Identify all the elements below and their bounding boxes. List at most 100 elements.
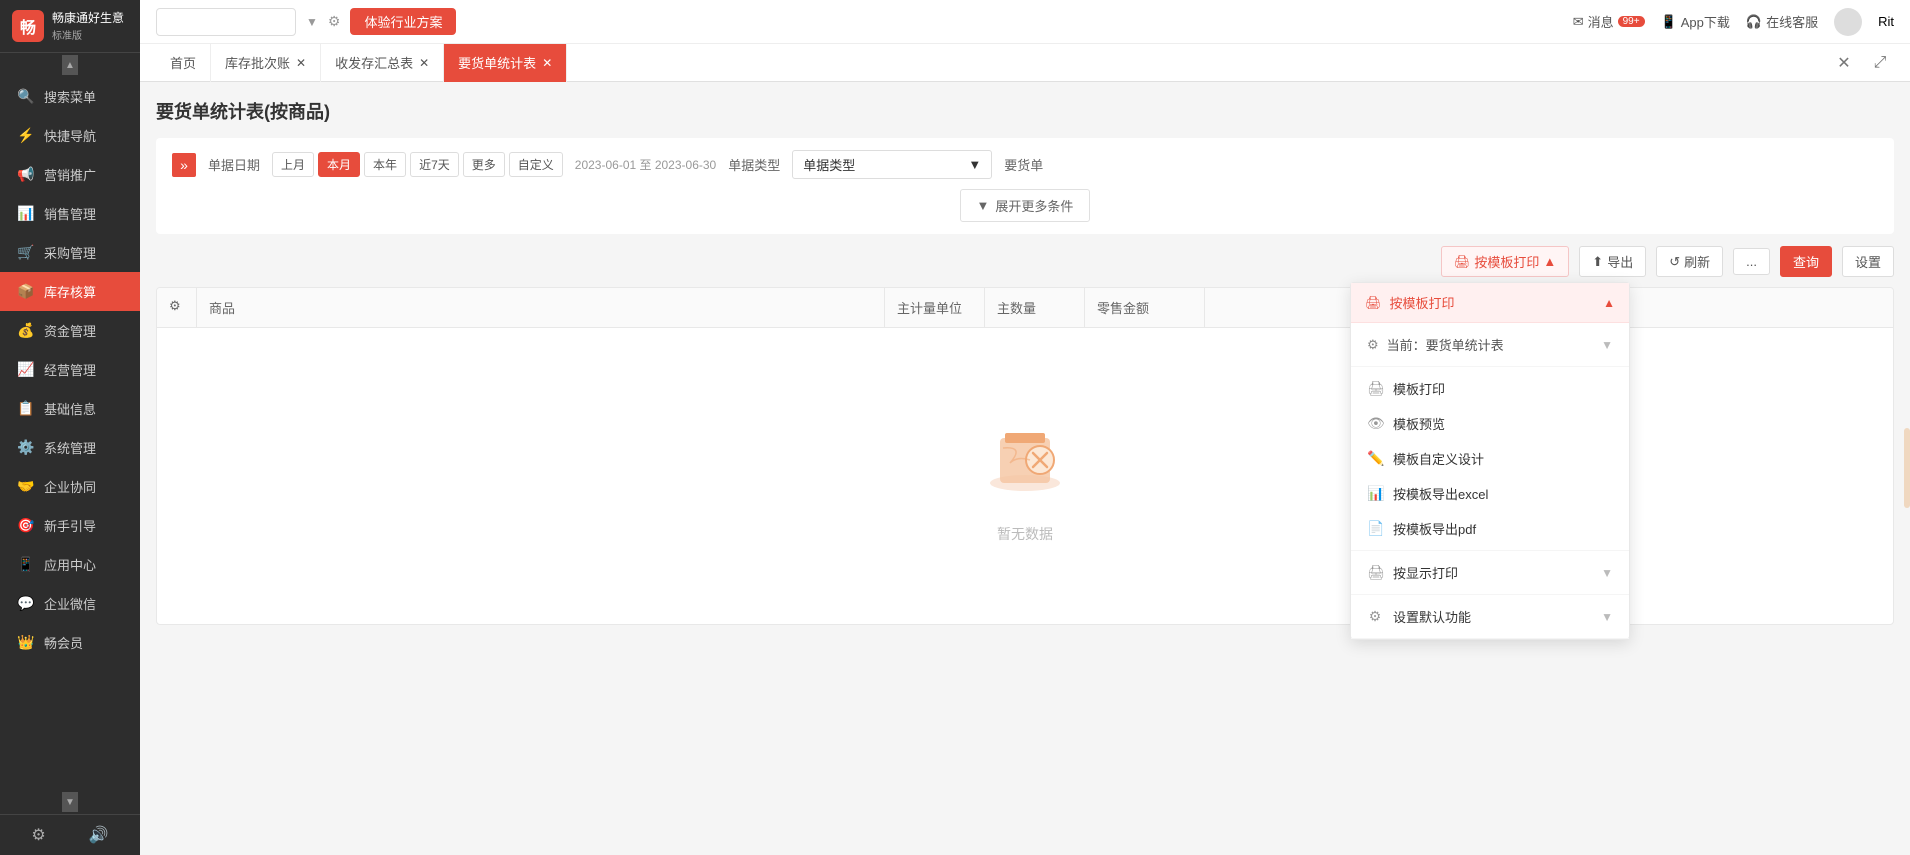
topbar-gear-icon[interactable]: ⚙ bbox=[328, 13, 341, 30]
sidebar-item-label: 搜索菜单 bbox=[44, 87, 96, 106]
template-preview-icon: 👁 bbox=[1367, 415, 1383, 432]
tabs-actions: ✕ ⤢ bbox=[1830, 49, 1894, 77]
tab-home-label: 首页 bbox=[170, 53, 196, 72]
sidebar-item-purchase[interactable]: 🛒 采购管理 bbox=[0, 233, 140, 272]
more-label: ... bbox=[1746, 254, 1757, 269]
tab-home[interactable]: 首页 bbox=[156, 44, 211, 82]
template-export-pdf-item[interactable]: 📄 按模板导出pdf bbox=[1351, 511, 1629, 546]
sidebar-item-search[interactable]: 🔍 搜索菜单 bbox=[0, 77, 140, 116]
empty-text: 暂无数据 bbox=[997, 524, 1053, 544]
date-btn-this-month[interactable]: 本月 bbox=[318, 152, 360, 177]
template-preview-item[interactable]: 👁 模板预览 bbox=[1351, 406, 1629, 441]
default-func-section: ⚙ 设置默认功能 ▼ bbox=[1351, 595, 1629, 639]
logo-title: 畅康通好生意 bbox=[52, 10, 124, 27]
type-select[interactable]: 单据类型 ▼ bbox=[792, 150, 992, 179]
tab-collection-close[interactable]: ✕ bbox=[419, 56, 429, 70]
display-print-item[interactable]: 🖨 按显示打印 ▼ bbox=[1351, 555, 1629, 590]
sidebar-item-sales[interactable]: 📊 销售管理 bbox=[0, 194, 140, 233]
app-download-item[interactable]: 📱 App下载 bbox=[1661, 12, 1730, 31]
clipboard-icon: 📋 bbox=[16, 400, 36, 417]
template-export-excel-item[interactable]: 📊 按模板导出excel bbox=[1351, 476, 1629, 511]
template-print-item[interactable]: 🖨 模板打印 bbox=[1351, 371, 1629, 406]
page-content: 要货单统计表(按商品) » 单据日期 上月 本月 本年 近7天 更多 自定义 2… bbox=[140, 82, 1910, 855]
sidebar-item-vip[interactable]: 👑 畅会员 bbox=[0, 623, 140, 662]
tab-batch-label: 库存批次账 bbox=[225, 53, 290, 72]
tab-batch[interactable]: 库存批次账 ✕ bbox=[211, 44, 321, 82]
print-header-icon: 🖨 bbox=[1365, 295, 1382, 311]
scroll-handle[interactable] bbox=[1904, 428, 1910, 508]
default-func-icon: ⚙ bbox=[1367, 608, 1383, 625]
sidebar-item-marketing[interactable]: 📢 营销推广 bbox=[0, 155, 140, 194]
message-icon: ✉ bbox=[1573, 14, 1584, 30]
sidebar-item-label: 企业协同 bbox=[44, 477, 96, 496]
sidebar-scroll-down[interactable]: ▼ bbox=[62, 792, 78, 812]
template-design-item[interactable]: ✏️ 模板自定义设计 bbox=[1351, 441, 1629, 476]
sidebar: 畅 畅康通好生意 标准版 ▲ 🔍 搜索菜单 ⚡ 快捷导航 📢 营销推广 📊 销售… bbox=[0, 0, 140, 855]
crown-icon: 👑 bbox=[16, 634, 36, 651]
template-export-excel-label: 按模板导出excel bbox=[1393, 484, 1488, 503]
sidebar-item-label: 库存核算 bbox=[44, 282, 96, 301]
export-btn[interactable]: ⬆ 导出 bbox=[1579, 246, 1646, 277]
tab-collection[interactable]: 收发存汇总表 ✕ bbox=[321, 44, 444, 82]
page-title: 要货单统计表(按商品) bbox=[156, 98, 1894, 124]
refresh-icon: ↺ bbox=[1669, 254, 1680, 270]
tabs-expand-btn[interactable]: ⤢ bbox=[1866, 49, 1894, 77]
more-btn[interactable]: ... bbox=[1733, 248, 1770, 275]
sidebar-item-label: 资金管理 bbox=[44, 321, 96, 340]
topbar-right: ✉ 消息 99+ 📱 App下载 🎧 在线客服 Rit bbox=[1573, 8, 1894, 36]
sidebar-item-quicknav[interactable]: ⚡ 快捷导航 bbox=[0, 116, 140, 155]
print-dropdown-header[interactable]: 🖨 按模板打印 ▲ bbox=[1351, 283, 1629, 323]
date-label: 单据日期 bbox=[208, 155, 260, 174]
sidebar-item-operations[interactable]: 📈 经营管理 bbox=[0, 350, 140, 389]
printer-icon: 🖨 bbox=[1454, 254, 1471, 270]
tabs-close-btn[interactable]: ✕ bbox=[1830, 49, 1858, 77]
col-settings[interactable]: ⚙ bbox=[157, 288, 197, 327]
sidebar-item-system[interactable]: ⚙️ 系统管理 bbox=[0, 428, 140, 467]
sidebar-item-finance[interactable]: 💰 资金管理 bbox=[0, 311, 140, 350]
template-actions-section: 🖨 模板打印 👁 模板预览 ✏️ 模板自定义设计 📊 按模板导出excel 📄 bbox=[1351, 367, 1629, 551]
sidebar-item-inventory[interactable]: 📦 库存核算 bbox=[0, 272, 140, 311]
messages-item[interactable]: ✉ 消息 99+ bbox=[1573, 12, 1645, 31]
date-btn-more[interactable]: 更多 bbox=[463, 152, 505, 177]
topbar-dropdown-arrow[interactable]: ▼ bbox=[306, 15, 318, 29]
topbar-search-input[interactable] bbox=[156, 8, 296, 36]
online-service-item[interactable]: 🎧 在线客服 bbox=[1746, 12, 1818, 31]
default-func-item[interactable]: ⚙ 设置默认功能 ▼ bbox=[1351, 599, 1629, 634]
handshake-icon: 🤝 bbox=[16, 478, 36, 495]
search-icon: 🔍 bbox=[16, 88, 36, 105]
tab-order-stats-close[interactable]: ✕ bbox=[542, 56, 552, 70]
topbar-left: ▼ ⚙ 体验行业方案 bbox=[156, 8, 456, 36]
date-btn-last-month[interactable]: 上月 bbox=[272, 152, 314, 177]
display-print-label: 按显示打印 bbox=[1393, 563, 1458, 582]
display-print-arrow: ▼ bbox=[1601, 566, 1613, 580]
sidebar-item-basic[interactable]: 📋 基础信息 bbox=[0, 389, 140, 428]
date-btn-custom[interactable]: 自定义 bbox=[509, 152, 563, 177]
sidebar-logo: 畅 畅康通好生意 标准版 bbox=[0, 0, 140, 53]
tab-batch-close[interactable]: ✕ bbox=[296, 56, 306, 70]
expand-more-button[interactable]: ▼ 展开更多条件 bbox=[960, 189, 1091, 222]
print-template-label: 按模板打印 bbox=[1474, 252, 1539, 271]
tab-order-stats[interactable]: 要货单统计表 ✕ bbox=[444, 44, 567, 82]
sidebar-item-guide[interactable]: 🎯 新手引导 bbox=[0, 506, 140, 545]
sidebar-scroll-up[interactable]: ▲ bbox=[62, 55, 78, 75]
query-btn[interactable]: 查询 bbox=[1780, 246, 1832, 277]
sidebar-item-apps[interactable]: 📱 应用中心 bbox=[0, 545, 140, 584]
print-dropdown-header-left: 🖨 按模板打印 bbox=[1365, 293, 1455, 312]
trial-button[interactable]: 体验行业方案 bbox=[350, 8, 456, 35]
date-btn-7days[interactable]: 近7天 bbox=[410, 152, 459, 177]
sidebar-item-wechat[interactable]: 💬 企业微信 bbox=[0, 584, 140, 623]
date-btn-this-year[interactable]: 本年 bbox=[364, 152, 406, 177]
sidebar-item-enterprise[interactable]: 🤝 企业协同 bbox=[0, 467, 140, 506]
expand-more-label: 展开更多条件 bbox=[995, 196, 1073, 215]
audio-icon[interactable]: 🔊 bbox=[89, 825, 109, 845]
settings-bottom-icon[interactable]: ⚙ bbox=[31, 825, 45, 845]
lightning-icon: ⚡ bbox=[16, 127, 36, 144]
target-icon: 🎯 bbox=[16, 517, 36, 534]
col-retail: 零售金额 bbox=[1085, 288, 1205, 327]
filter-expand-button[interactable]: » bbox=[172, 153, 196, 177]
settings-btn[interactable]: 设置 bbox=[1842, 246, 1894, 277]
print-template-btn[interactable]: 🖨 按模板打印 ▲ bbox=[1441, 246, 1569, 277]
type-select-arrow: ▼ bbox=[968, 157, 981, 172]
user-avatar[interactable] bbox=[1834, 8, 1862, 36]
refresh-btn[interactable]: ↺ 刷新 bbox=[1656, 246, 1723, 277]
